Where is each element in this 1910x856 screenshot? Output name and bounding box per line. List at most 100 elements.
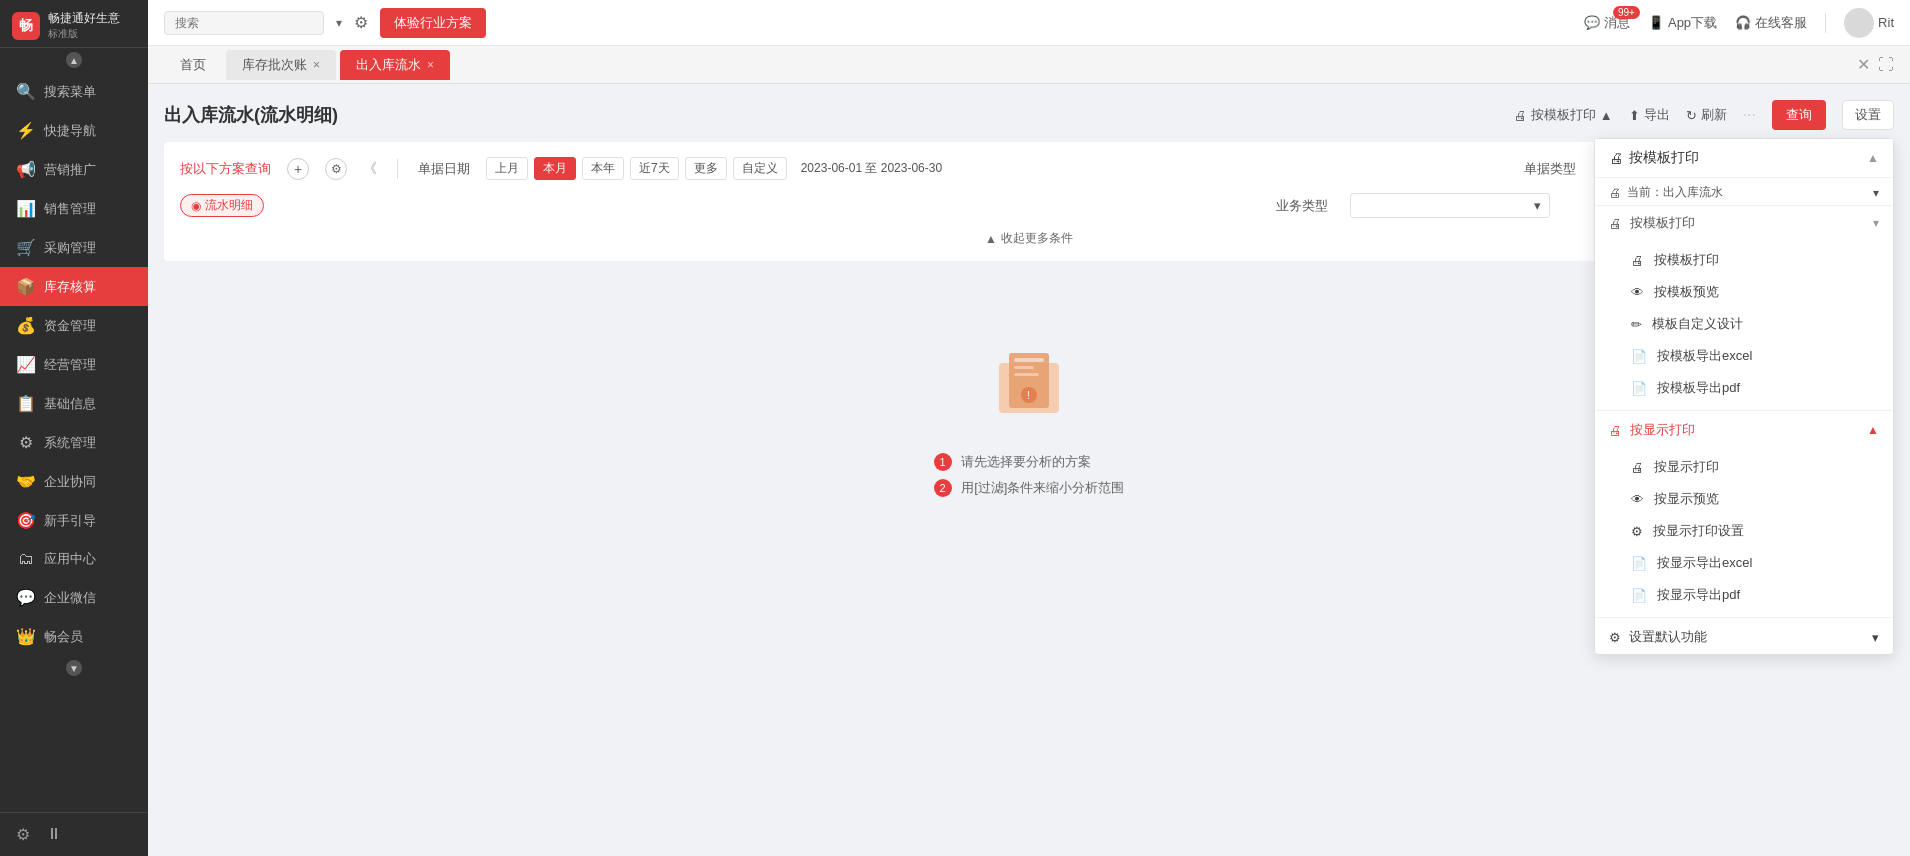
sidebar-menu: ▲ 🔍搜索菜单⚡快捷导航📢营销推广📊销售管理🛒采购管理📦库存核算💰资金管理📈经营… (0, 48, 148, 812)
display-export-pdf-item[interactable]: 📄 按显示导出pdf (1595, 579, 1893, 611)
template-section-items: 🖨 按模板打印 👁 按模板预览 ✏ 模板自定义设计 📄 按模板导出excel (1595, 240, 1893, 408)
tab-batch[interactable]: 库存批次账 × (226, 50, 336, 80)
display-section-header[interactable]: 🖨 按显示打印 ▲ (1595, 413, 1893, 447)
template-export-excel-item[interactable]: 📄 按模板导出excel (1595, 340, 1893, 372)
display-pdf-icon: 📄 (1631, 588, 1647, 603)
display-excel-icon: 📄 (1631, 556, 1647, 571)
header-actions: 🖨 按模板打印 ▲ ⬆ 导出 ↻ 刷新 ··· 查询 设置 (1514, 100, 1894, 130)
template-export-pdf-item[interactable]: 📄 按模板导出pdf (1595, 372, 1893, 404)
logo-icon: 畅 (12, 12, 40, 40)
sidebar-item-apps[interactable]: 🗂应用中心 (0, 540, 148, 578)
sidebar-item-quicknav[interactable]: ⚡快捷导航 (0, 111, 148, 150)
sidebar-item-member[interactable]: 👑畅会员 (0, 617, 148, 656)
sidebar-label-sales: 销售管理 (44, 200, 96, 218)
sidebar-item-purchase[interactable]: 🛒采购管理 (0, 228, 148, 267)
business-type-select[interactable]: ▾ (1350, 193, 1550, 218)
settings-btn[interactable]: 设置 (1842, 100, 1894, 130)
content-area: 出入库流水(流水明细) 🖨 按模板打印 ▲ ⬆ 导出 ↻ 刷新 ··· 查询 设… (148, 84, 1910, 856)
template-section-header[interactable]: 🖨 按模板打印 ▾ (1595, 206, 1893, 240)
scroll-down-btn[interactable]: ▼ (66, 660, 82, 676)
query-btn[interactable]: 查询 (1772, 100, 1826, 130)
print-header-icon: 🖨 (1609, 150, 1623, 166)
sidebar-item-marketing[interactable]: 📢营销推广 (0, 150, 148, 189)
search-input[interactable] (164, 11, 324, 35)
sidebar-item-system[interactable]: ⚙系统管理 (0, 423, 148, 462)
template-print-item[interactable]: 🖨 按模板打印 (1595, 244, 1893, 276)
item-excel-icon: 📄 (1631, 349, 1647, 364)
tab-flow[interactable]: 出入库流水 × (340, 50, 450, 80)
app-download-btn[interactable]: 📱 App下载 (1648, 14, 1717, 32)
gear-icon[interactable]: ⚙ (354, 13, 368, 32)
settings-icon[interactable]: ⚙ (16, 825, 30, 844)
tab-home[interactable]: 首页 (164, 50, 222, 80)
search-dropdown-icon[interactable]: ▾ (336, 16, 342, 30)
refresh-btn[interactable]: ↻ 刷新 (1686, 106, 1727, 124)
print-template-btn[interactable]: 🖨 按模板打印 ▲ (1514, 106, 1613, 124)
sidebar-item-search[interactable]: 🔍搜索菜单 (0, 72, 148, 111)
template-section-title: 🖨 按模板打印 (1609, 214, 1695, 232)
filter-collapse-btn[interactable]: 《 (363, 160, 377, 178)
sidebar-icon-collab: 🤝 (16, 472, 36, 491)
service-icon: 🎧 (1735, 15, 1751, 30)
collapse-btn[interactable]: ▲ 收起更多条件 (985, 230, 1073, 247)
industry-btn[interactable]: 体验行业方案 (380, 8, 486, 38)
sidebar-label-apps: 应用中心 (44, 550, 96, 568)
settings-default-item[interactable]: ⚙ 设置默认功能 ▾ (1595, 620, 1893, 654)
tab-flow-close[interactable]: × (427, 58, 434, 72)
display-section-items: 🖨 按显示打印 👁 按显示预览 ⚙ 按显示打印设置 📄 按显示导出excel (1595, 447, 1893, 615)
sidebar-icon-basic: 📋 (16, 394, 36, 413)
user-avatar[interactable]: Rit (1844, 8, 1894, 38)
sidebar-label-guide: 新手引导 (44, 512, 96, 530)
collapse-icon[interactable]: ⏸ (46, 825, 62, 844)
print-dropdown-header: 🖨 按模板打印 ▲ (1595, 139, 1893, 178)
filter-label[interactable]: 按以下方案查询 (180, 160, 271, 178)
date-btn-more[interactable]: 更多 (685, 157, 727, 180)
sidebar-icon-operations: 📈 (16, 355, 36, 374)
date-btn-last-month[interactable]: 上月 (486, 157, 528, 180)
sidebar-bottom: ⚙ ⏸ (0, 812, 148, 856)
sidebar-item-inventory[interactable]: 📦库存核算 (0, 267, 148, 306)
sidebar-label-finance: 资金管理 (44, 317, 96, 335)
more-options-icon[interactable]: ··· (1743, 106, 1756, 124)
print-arrow-icon: ▲ (1600, 108, 1613, 123)
sidebar-item-wechat[interactable]: 💬企业微信 (0, 578, 148, 617)
display-export-excel-item[interactable]: 📄 按显示导出excel (1595, 547, 1893, 579)
display-preview-icon: 👁 (1631, 492, 1644, 507)
sidebar-item-operations[interactable]: 📈经营管理 (0, 345, 148, 384)
display-preview-item[interactable]: 👁 按显示预览 (1595, 483, 1893, 515)
dropdown-collapse-icon[interactable]: ▲ (1867, 151, 1879, 165)
sidebar-item-finance[interactable]: 💰资金管理 (0, 306, 148, 345)
template-print-section: 🖨 按模板打印 ▾ 🖨 按模板打印 👁 按模板预览 ✏ (1595, 206, 1893, 408)
filter-settings-btn[interactable]: ⚙ (325, 158, 347, 180)
flow-detail-tag[interactable]: ◉ 流水明细 (180, 194, 264, 217)
export-btn[interactable]: ⬆ 导出 (1629, 106, 1670, 124)
message-icon: 💬 (1584, 15, 1600, 30)
add-filter-btn[interactable]: + (287, 158, 309, 180)
sidebar-item-sales[interactable]: 📊销售管理 (0, 189, 148, 228)
empty-illustration: ! (979, 333, 1079, 433)
tab-batch-close[interactable]: × (313, 58, 320, 72)
current-template-arrow[interactable]: ▾ (1873, 186, 1879, 200)
template-custom-item[interactable]: ✏ 模板自定义设计 (1595, 308, 1893, 340)
sidebar-label-wechat: 企业微信 (44, 589, 96, 607)
sidebar-item-basic[interactable]: 📋基础信息 (0, 384, 148, 423)
date-btn-this-month[interactable]: 本月 (534, 157, 576, 180)
sidebar-item-guide[interactable]: 🎯新手引导 (0, 501, 148, 540)
date-btn-this-year[interactable]: 本年 (582, 157, 624, 180)
template-preview-item[interactable]: 👁 按模板预览 (1595, 276, 1893, 308)
sidebar-label-marketing: 营销推广 (44, 161, 96, 179)
display-print-settings-item[interactable]: ⚙ 按显示打印设置 (1595, 515, 1893, 547)
online-service-btn[interactable]: 🎧 在线客服 (1735, 14, 1807, 32)
date-btn-custom[interactable]: 自定义 (733, 157, 787, 180)
refresh-icon: ↻ (1686, 108, 1697, 123)
sidebar-item-collab[interactable]: 🤝企业协同 (0, 462, 148, 501)
expand-window-btn[interactable]: ⛶ (1878, 56, 1894, 74)
item-pdf-icon: 📄 (1631, 381, 1647, 396)
close-window-btn[interactable]: ✕ (1857, 55, 1870, 74)
display-print-item[interactable]: 🖨 按显示打印 (1595, 451, 1893, 483)
scroll-up-btn[interactable]: ▲ (66, 52, 82, 68)
message-btn[interactable]: 💬 消息 99+ (1584, 14, 1630, 32)
display-print-icon: 🖨 (1631, 460, 1644, 475)
content-header: 出入库流水(流水明细) 🖨 按模板打印 ▲ ⬆ 导出 ↻ 刷新 ··· 查询 设… (164, 100, 1894, 130)
date-btn-7days[interactable]: 近7天 (630, 157, 679, 180)
